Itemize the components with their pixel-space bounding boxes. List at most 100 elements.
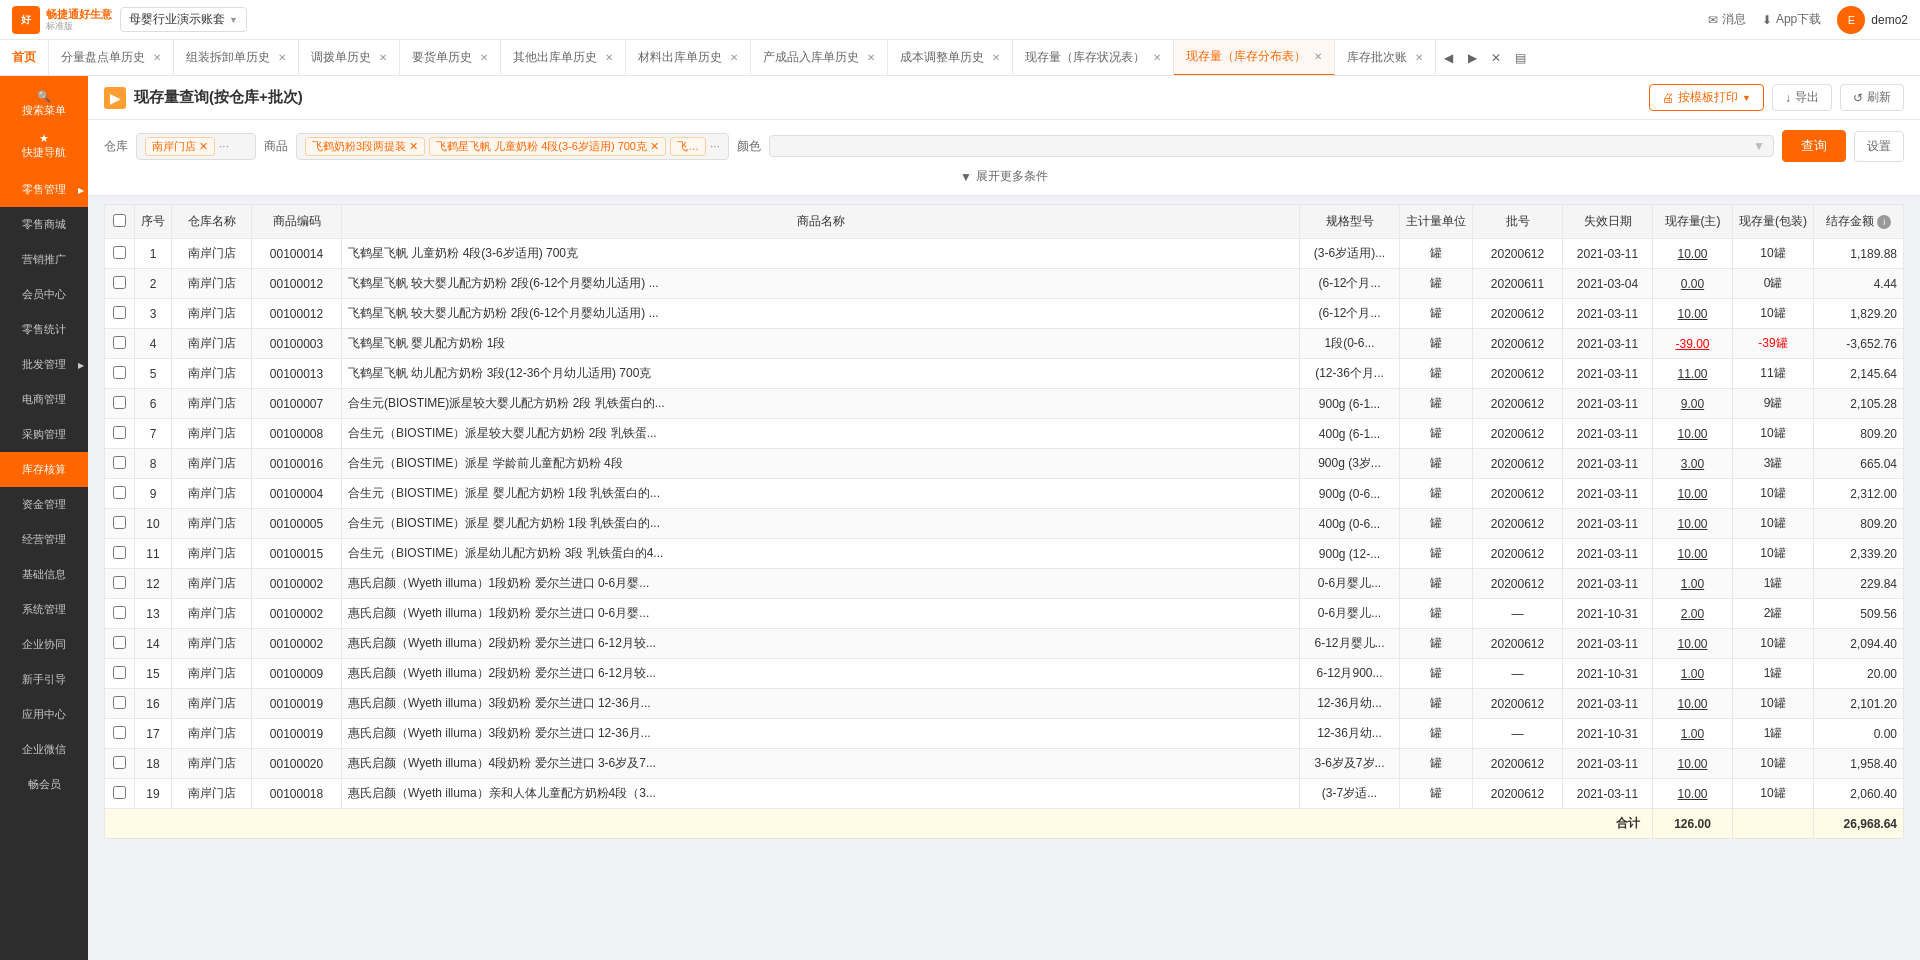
row-checkbox[interactable]: [105, 419, 135, 449]
sidebar-item-retail-stats[interactable]: 零售统计: [0, 312, 88, 347]
sidebar-item-app-center[interactable]: 应用中心: [0, 697, 88, 732]
row-checkbox[interactable]: [105, 449, 135, 479]
sidebar-item-member[interactable]: 会员中心: [0, 277, 88, 312]
tab-expand-button[interactable]: ▤: [1508, 40, 1532, 76]
tab-cost-adjust[interactable]: 成本调整单历史 ✕: [888, 40, 1013, 76]
row-checkbox[interactable]: [105, 479, 135, 509]
tab-close-icon[interactable]: ✕: [992, 52, 1000, 63]
row-checkbox[interactable]: [105, 719, 135, 749]
row-qty[interactable]: 10.00: [1653, 749, 1733, 779]
export-button[interactable]: ↓ 导出: [1772, 84, 1832, 111]
sidebar-item-membership[interactable]: 畅会员: [0, 767, 88, 802]
product-tag-more[interactable]: 飞…: [670, 137, 706, 156]
row-qty[interactable]: 10.00: [1653, 419, 1733, 449]
sidebar-item-finance[interactable]: 资金管理: [0, 487, 88, 522]
tab-current-status[interactable]: 现存量（库存状况表） ✕: [1013, 40, 1174, 76]
sidebar-item-basic[interactable]: 基础信息: [0, 557, 88, 592]
row-checkbox[interactable]: [105, 359, 135, 389]
app-download-button[interactable]: ⬇ App下载: [1762, 11, 1821, 28]
tab-close-icon[interactable]: ✕: [1153, 52, 1161, 63]
row-qty[interactable]: 1.00: [1653, 719, 1733, 749]
sidebar-quick-nav[interactable]: ★ 快捷导航: [0, 126, 88, 166]
tab-order[interactable]: 要货单历史 ✕: [400, 40, 501, 76]
row-checkbox[interactable]: [105, 629, 135, 659]
sidebar-item-inventory[interactable]: 库存核算: [0, 452, 88, 487]
settings-button[interactable]: 设置: [1854, 131, 1904, 162]
sidebar-item-marketing[interactable]: 营销推广: [0, 242, 88, 277]
row-checkbox[interactable]: [105, 239, 135, 269]
row-qty[interactable]: 10.00: [1653, 509, 1733, 539]
sidebar-item-ops[interactable]: 经营管理: [0, 522, 88, 557]
row-qty[interactable]: 10.00: [1653, 629, 1733, 659]
sidebar-item-wholesale[interactable]: 批发管理 ▶: [0, 347, 88, 382]
row-checkbox[interactable]: [105, 299, 135, 329]
th-checkbox[interactable]: [105, 205, 135, 239]
sidebar-item-onboarding[interactable]: 新手引导: [0, 662, 88, 697]
row-checkbox[interactable]: [105, 509, 135, 539]
row-qty[interactable]: 0.00: [1653, 269, 1733, 299]
store-selector[interactable]: 母婴行业演示账套 ▼: [120, 7, 247, 32]
print-template-button[interactable]: 🖨 按模板打印 ▼: [1649, 84, 1764, 111]
tab-close-icon[interactable]: ✕: [480, 52, 488, 63]
tab-prev-button[interactable]: ◀: [1436, 40, 1460, 76]
tab-close-all-button[interactable]: ✕: [1484, 40, 1508, 76]
row-checkbox[interactable]: [105, 659, 135, 689]
row-checkbox[interactable]: [105, 689, 135, 719]
product-tag-2-close[interactable]: ✕: [650, 140, 659, 153]
warehouse-tag-close[interactable]: ✕: [199, 140, 208, 153]
warehouse-filter-group[interactable]: 南岸门店 ✕ ···: [136, 133, 256, 160]
row-qty[interactable]: 3.00: [1653, 449, 1733, 479]
sidebar-item-purchase[interactable]: 采购管理: [0, 417, 88, 452]
tab-batch-voucher[interactable]: 库存批次账 ✕: [1335, 40, 1436, 76]
row-qty[interactable]: 9.00: [1653, 389, 1733, 419]
sidebar-item-ecommerce[interactable]: 电商管理: [0, 382, 88, 417]
product-filter-group[interactable]: 飞鹤奶粉3段两提装 ✕ 飞鹤星飞帆 儿童奶粉 4段(3-6岁适用) 700克 ✕…: [296, 133, 729, 160]
row-qty[interactable]: 2.00: [1653, 599, 1733, 629]
row-checkbox[interactable]: [105, 269, 135, 299]
select-all-checkbox[interactable]: [113, 214, 126, 227]
search-button[interactable]: 查询: [1782, 130, 1846, 162]
row-checkbox[interactable]: [105, 569, 135, 599]
message-button[interactable]: ✉ 消息: [1708, 11, 1746, 28]
tab-close-icon[interactable]: ✕: [379, 52, 387, 63]
info-icon[interactable]: i: [1877, 215, 1891, 229]
product-tag-1-close[interactable]: ✕: [409, 140, 418, 153]
sidebar-item-retail-shop[interactable]: 零售商城: [0, 207, 88, 242]
sidebar-item-enterprise-wechat[interactable]: 企业微信: [0, 732, 88, 767]
row-qty[interactable]: 11.00: [1653, 359, 1733, 389]
row-qty[interactable]: 1.00: [1653, 659, 1733, 689]
tab-disassemble[interactable]: 组装拆卸单历史 ✕: [174, 40, 299, 76]
row-qty[interactable]: 1.00: [1653, 569, 1733, 599]
tab-material-out[interactable]: 材料出库单历史 ✕: [626, 40, 751, 76]
sidebar-search[interactable]: 🔍 搜索菜单: [0, 82, 88, 126]
row-qty[interactable]: -39.00: [1653, 329, 1733, 359]
row-qty[interactable]: 10.00: [1653, 299, 1733, 329]
tab-mix[interactable]: 调拨单历史 ✕: [299, 40, 400, 76]
row-checkbox[interactable]: [105, 749, 135, 779]
row-qty[interactable]: 10.00: [1653, 539, 1733, 569]
expand-conditions-button[interactable]: ▼ 展开更多条件: [104, 168, 1904, 185]
tab-close-icon[interactable]: ✕: [1415, 52, 1423, 63]
refresh-button[interactable]: ↺ 刷新: [1840, 84, 1904, 111]
row-checkbox[interactable]: [105, 539, 135, 569]
user-area[interactable]: E demo2: [1837, 6, 1908, 34]
tab-close-icon[interactable]: ✕: [730, 52, 738, 63]
tab-close-icon[interactable]: ✕: [1314, 51, 1322, 62]
tab-current-dist[interactable]: 现存量（库存分布表） ✕: [1174, 40, 1335, 76]
toggle-filter-button[interactable]: ▶: [104, 87, 126, 109]
row-qty[interactable]: 10.00: [1653, 239, 1733, 269]
tab-home[interactable]: 首页: [0, 40, 49, 76]
row-checkbox[interactable]: [105, 329, 135, 359]
sidebar-item-retail-mgmt[interactable]: 零售管理 ▶: [0, 172, 88, 207]
sidebar-item-enterprise[interactable]: 企业协同: [0, 627, 88, 662]
row-checkbox[interactable]: [105, 599, 135, 629]
tab-close-icon[interactable]: ✕: [605, 52, 613, 63]
sidebar-item-system[interactable]: 系统管理: [0, 592, 88, 627]
color-filter-group[interactable]: ▼: [769, 135, 1774, 157]
tab-product-in[interactable]: 产成品入库单历史 ✕: [751, 40, 888, 76]
row-qty[interactable]: 10.00: [1653, 689, 1733, 719]
row-checkbox[interactable]: [105, 389, 135, 419]
tab-next-button[interactable]: ▶: [1460, 40, 1484, 76]
tab-other-out[interactable]: 其他出库单历史 ✕: [501, 40, 626, 76]
tab-close-icon[interactable]: ✕: [278, 52, 286, 63]
